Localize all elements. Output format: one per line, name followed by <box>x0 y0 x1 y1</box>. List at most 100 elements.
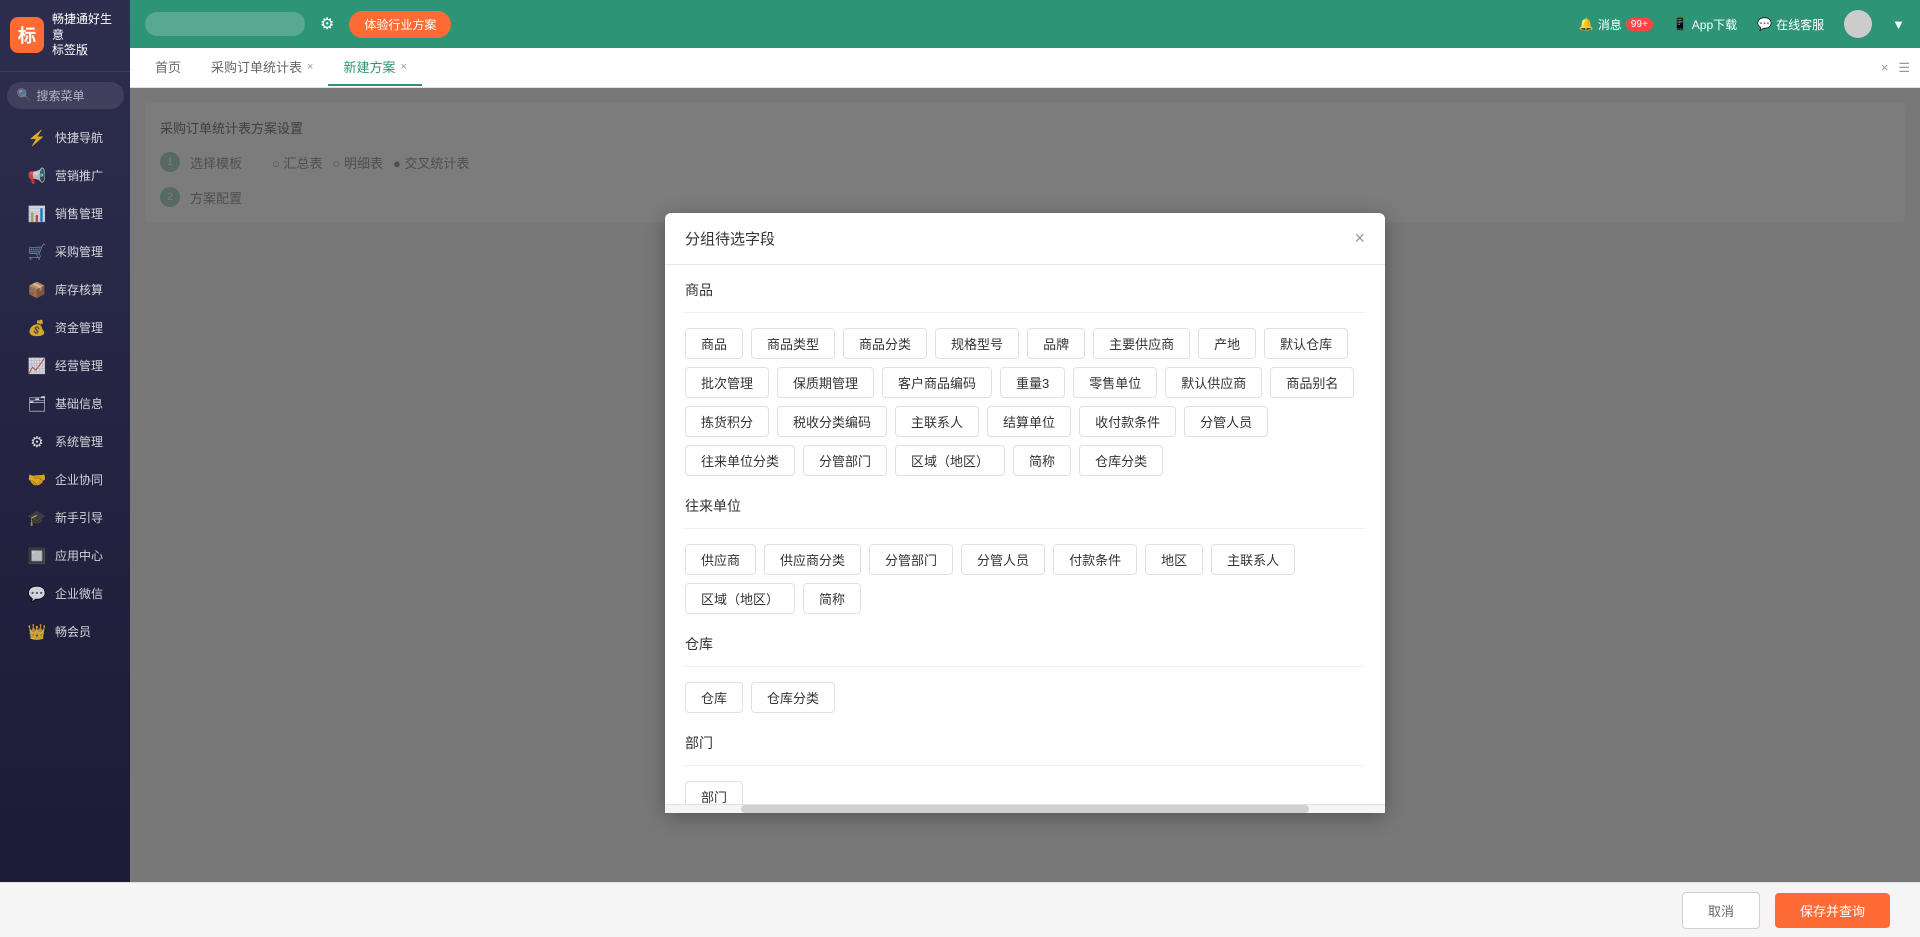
tag-shangpin-13[interactable]: 默认供应商 <box>1165 367 1262 398</box>
tag-shangpin-12[interactable]: 零售单位 <box>1073 367 1157 398</box>
sidebar-item-label: 基础信息 <box>55 395 103 412</box>
tag-bumen-0[interactable]: 部门 <box>685 781 743 804</box>
section-title-bumen: 部门 <box>685 733 1365 753</box>
sidebar-item-label: 新手引导 <box>55 509 103 526</box>
header-search-input[interactable] <box>145 12 305 36</box>
tag-shangpin-7[interactable]: 默认仓库 <box>1264 328 1348 359</box>
sidebar-item-caigou[interactable]: 🛒采购管理 <box>12 233 118 271</box>
tab-bar-menu-icon[interactable]: ☰ <box>1898 60 1910 76</box>
section-divider-wanglai <box>685 528 1365 529</box>
modal-overlay: 分组待选字段 × 商品商品商品类型商品分类规格型号品牌主要供应商产地默认仓库批次… <box>130 88 1920 937</box>
tag-shangpin-9[interactable]: 保质期管理 <box>777 367 874 398</box>
confirm-button[interactable]: 保存并查询 <box>1775 893 1890 928</box>
modal-body[interactable]: 商品商品商品类型商品分类规格型号品牌主要供应商产地默认仓库批次管理保质期管理客户… <box>665 265 1385 804</box>
tag-wanglai-6[interactable]: 主联系人 <box>1211 544 1295 575</box>
tag-shangpin-6[interactable]: 产地 <box>1198 328 1256 359</box>
sidebar-item-weixin[interactable]: 💬企业微信 <box>12 575 118 613</box>
sidebar-item-qiye[interactable]: 🤝企业协同 <box>12 461 118 499</box>
tab-caigou-close[interactable]: × <box>307 61 313 73</box>
tag-wanglai-7[interactable]: 区域（地区） <box>685 583 795 614</box>
sidebar-item-xinshou[interactable]: 🎓新手引导 <box>12 499 118 537</box>
sidebar-item-kuaijie[interactable]: ⚡ 快捷导航 <box>12 119 118 157</box>
tab-caigou[interactable]: 采购订单统计表 × <box>196 49 328 86</box>
tag-shangpin-20[interactable]: 分管人员 <box>1184 406 1268 437</box>
user-dropdown-icon[interactable]: ▼ <box>1892 17 1905 32</box>
modal-title: 分组待选字段 <box>685 228 775 249</box>
header: ⚙ 体验行业方案 🔔 消息 99+ 📱 App下载 💬 在线客服 ▼ <box>130 0 1920 48</box>
tag-shangpin-25[interactable]: 仓库分类 <box>1079 445 1163 476</box>
sidebar-item-yingxiao[interactable]: 📢营销推广 <box>12 157 118 195</box>
kucun-icon: 📦 <box>27 281 47 299</box>
section-title-wanglai: 往来单位 <box>685 496 1365 516</box>
tag-shangpin-0[interactable]: 商品 <box>685 328 743 359</box>
tag-wanglai-5[interactable]: 地区 <box>1145 544 1203 575</box>
sidebar-item-label: 库存核算 <box>55 281 103 298</box>
tag-shangpin-15[interactable]: 拣货积分 <box>685 406 769 437</box>
tag-shangpin-24[interactable]: 简称 <box>1013 445 1071 476</box>
modal-close-button[interactable]: × <box>1354 228 1365 249</box>
sidebar-item-huiyuan[interactable]: 👑畅会员 <box>12 613 118 651</box>
tag-cangku-0[interactable]: 仓库 <box>685 682 743 713</box>
sidebar-item-jichu[interactable]: 🗂基础信息 <box>12 385 118 423</box>
tag-shangpin-2[interactable]: 商品分类 <box>843 328 927 359</box>
avatar[interactable] <box>1844 10 1872 38</box>
online-service-item[interactable]: 💬 在线客服 <box>1757 16 1824 33</box>
section-wanglai: 往来单位供应商供应商分类分管部门分管人员付款条件地区主联系人区域（地区） 简称 <box>685 496 1365 614</box>
sidebar-item-label: 快捷导航 <box>55 129 103 146</box>
tab-bar: 首页 采购订单统计表 × 新建方案 × × ☰ <box>130 48 1920 88</box>
sidebar-item-yingyong[interactable]: 🔲应用中心 <box>12 537 118 575</box>
modal-scroll-x[interactable] <box>665 804 1385 813</box>
modal-footer: 取消 保存并查询 <box>0 882 1920 937</box>
settings-icon[interactable]: ⚙ <box>320 14 334 34</box>
tag-shangpin-22[interactable]: 分管部门 <box>803 445 887 476</box>
tag-shangpin-4[interactable]: 品牌 <box>1027 328 1085 359</box>
sidebar-item-zijin[interactable]: 💰资金管理 <box>12 309 118 347</box>
huiyuan-icon: 👑 <box>27 623 47 641</box>
sidebar: 标 畅捷通好生意 标签版 🔍 搜索菜单 ⚡快捷导航📢营销推广📊销售管理🛒采购管理… <box>0 0 130 937</box>
tag-shangpin-11[interactable]: 重量3 <box>1000 367 1065 398</box>
tag-shangpin-19[interactable]: 收付款条件 <box>1079 406 1176 437</box>
tag-shangpin-18[interactable]: 结算单位 <box>987 406 1071 437</box>
sidebar-item-kucun[interactable]: 📦 库存核算 <box>12 271 118 309</box>
tag-wanglai-4[interactable]: 付款条件 <box>1053 544 1137 575</box>
tag-shangpin-14[interactable]: 商品别名 <box>1270 367 1354 398</box>
header-right: 🔔 消息 99+ 📱 App下载 💬 在线客服 ▼ <box>1579 10 1905 38</box>
tag-wanglai-0[interactable]: 供应商 <box>685 544 756 575</box>
sidebar-item-xitong[interactable]: ⚙系统管理 <box>12 423 118 461</box>
sidebar-item-label: 应用中心 <box>55 547 103 564</box>
sidebar-item-label: 采购管理 <box>55 243 103 260</box>
tag-shangpin-23[interactable]: 区域（地区） <box>895 445 1005 476</box>
tag-wanglai-2[interactable]: 分管部门 <box>869 544 953 575</box>
tag-grid-cangku: 仓库仓库分类 <box>685 682 1365 713</box>
tab-home[interactable]: 首页 <box>140 49 196 86</box>
yingxiao-icon: 📢 <box>27 167 47 185</box>
tag-shangpin-21[interactable]: 往来单位分类 <box>685 445 795 476</box>
service-icon: 💬 <box>1757 17 1772 31</box>
modal-header: 分组待选字段 × <box>665 213 1385 265</box>
section-divider-shangpin <box>685 312 1365 313</box>
tag-wanglai-1[interactable]: 供应商分类 <box>764 544 861 575</box>
tag-shangpin-1[interactable]: 商品类型 <box>751 328 835 359</box>
tab-new-close[interactable]: × <box>400 61 406 73</box>
tag-wanglai-8[interactable]: 简称 <box>803 583 861 614</box>
sidebar-item-label: 经营管理 <box>55 357 103 374</box>
trial-btn[interactable]: 体验行业方案 <box>349 11 451 38</box>
app-download-item[interactable]: 📱 App下载 <box>1673 16 1737 33</box>
tag-shangpin-8[interactable]: 批次管理 <box>685 367 769 398</box>
notification-item[interactable]: 🔔 消息 99+ <box>1579 16 1653 33</box>
sidebar-search[interactable]: 🔍 搜索菜单 <box>7 82 124 109</box>
tab-bar-collapse-icon[interactable]: × <box>1881 60 1889 75</box>
kuaijie-icon: ⚡ <box>27 129 47 147</box>
cancel-button[interactable]: 取消 <box>1682 892 1760 929</box>
search-icon: 🔍 <box>17 88 32 102</box>
tab-new[interactable]: 新建方案 × <box>328 49 421 86</box>
sidebar-item-xiaoshou[interactable]: 📊销售管理 <box>12 195 118 233</box>
tag-shangpin-16[interactable]: 税收分类编码 <box>777 406 887 437</box>
tag-cangku-1[interactable]: 仓库分类 <box>751 682 835 713</box>
tag-shangpin-17[interactable]: 主联系人 <box>895 406 979 437</box>
tag-shangpin-5[interactable]: 主要供应商 <box>1093 328 1190 359</box>
tag-wanglai-3[interactable]: 分管人员 <box>961 544 1045 575</box>
tag-shangpin-3[interactable]: 规格型号 <box>935 328 1019 359</box>
sidebar-item-jingying[interactable]: 📈经营管理 <box>12 347 118 385</box>
tag-shangpin-10[interactable]: 客户商品编码 <box>882 367 992 398</box>
